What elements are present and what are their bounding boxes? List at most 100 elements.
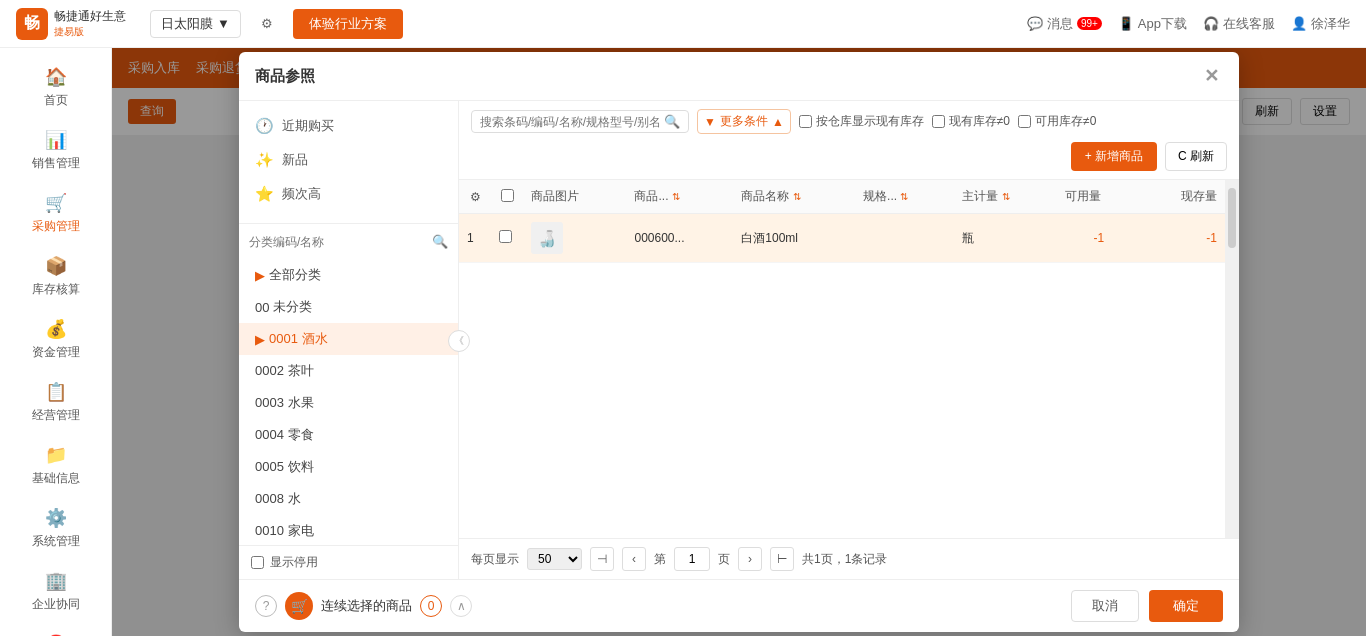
sort-unit-icon: ⇅	[1002, 191, 1010, 202]
first-page-btn[interactable]: ⊣	[590, 547, 614, 571]
modal-overlay: 商品参照 ✕ 🕐 近期购买 ✨ 新	[112, 48, 1366, 636]
logo-text: 畅捷通好生意 捷易版	[54, 8, 126, 39]
cat-6-label: 0008 水	[255, 490, 301, 508]
sidebar-label-enterprise: 企业协同	[32, 596, 80, 613]
sort-spec-icon: ⇅	[900, 191, 908, 202]
select-all-checkbox[interactable]	[501, 189, 514, 202]
cat-4-label: 0004 零食	[255, 426, 314, 444]
filter-collapse-icon: ▲	[772, 115, 784, 129]
available-nonzero-checkbox[interactable]	[1018, 115, 1031, 128]
product-table-wrap: ⚙ 商品图片 商品... ⇅	[459, 180, 1239, 538]
cat-2-label: 0002 茶叶	[255, 362, 314, 380]
enterprise-icon: 🏢	[45, 570, 67, 592]
per-page-select[interactable]: 50 10 20 100	[527, 548, 582, 570]
home-icon: 🏠	[45, 66, 67, 88]
sidebar-item-operations[interactable]: 📋 经营管理	[0, 371, 111, 434]
cat-item-2[interactable]: 0002 茶叶	[239, 355, 458, 387]
app-download-btn[interactable]: 📱 App下载	[1118, 15, 1187, 33]
confirm-btn[interactable]: 确定	[1149, 590, 1223, 622]
stock-nonzero-label: 现有库存≠0	[949, 113, 1010, 130]
cat-item-3[interactable]: 0003 水果	[239, 387, 458, 419]
cat-item-5[interactable]: 0005 饮料	[239, 451, 458, 483]
modal-footer: ? 🛒 连续选择的商品 0 ∧ 取消 确定	[239, 579, 1239, 632]
th-spec[interactable]: 规格... ⇅	[855, 180, 954, 214]
sidebar-item-finance[interactable]: 💰 资金管理	[0, 308, 111, 371]
nav-selector[interactable]: 日太阳膜 ▼	[150, 10, 241, 38]
refresh-btn[interactable]: C 刷新	[1165, 142, 1227, 171]
frequent-icon: ⭐	[255, 185, 274, 203]
cat-item-1[interactable]: ▶ 0001 酒水	[239, 323, 458, 355]
cat-0-label: 00	[255, 300, 269, 315]
operations-icon: 📋	[45, 381, 67, 403]
row-seq: 1	[459, 214, 491, 263]
warehouse-checkbox-item: 按仓库显示现有库存	[799, 113, 924, 130]
th-name[interactable]: 商品名称 ⇅	[733, 180, 855, 214]
th-code-label: 商品...	[634, 189, 668, 203]
help-icon[interactable]: ?	[255, 595, 277, 617]
last-page-btn[interactable]: ⊢	[770, 547, 794, 571]
sidebar-item-sales[interactable]: 📊 销售管理	[0, 119, 111, 182]
panel-collapse-btn[interactable]: 《	[448, 330, 470, 352]
th-gear[interactable]: ⚙	[459, 180, 491, 214]
finance-icon: 💰	[45, 318, 67, 340]
cat-item-6[interactable]: 0008 水	[239, 483, 458, 515]
user-avatar[interactable]: 👤 徐泽华	[1291, 15, 1350, 33]
page-input[interactable]	[674, 547, 710, 571]
modal-header: 商品参照 ✕	[239, 52, 1239, 101]
gear-icon[interactable]: ⚙	[253, 10, 281, 38]
recent-icon: 🕐	[255, 117, 274, 135]
right-panel: 🔍 ▼ 更多条件 ▲ 按仓库显示现有库存	[459, 101, 1239, 579]
cat-item-7[interactable]: 0010 家电	[239, 515, 458, 545]
product-modal: 商品参照 ✕ 🕐 近期购买 ✨ 新	[239, 52, 1239, 632]
search-submit-icon[interactable]: 🔍	[664, 114, 680, 129]
sidebar-item-guide[interactable]: 🎯 新手引导	[0, 623, 111, 636]
cancel-btn[interactable]: 取消	[1071, 590, 1139, 622]
table-scrollbar[interactable]	[1225, 180, 1239, 538]
exp-btn[interactable]: 体验行业方案	[293, 9, 403, 39]
sidebar-label-inventory: 库存核算	[32, 281, 80, 298]
sidebar-item-inventory[interactable]: 📦 库存核算	[0, 245, 111, 308]
left-tab-new[interactable]: ✨ 新品	[239, 143, 458, 177]
th-image: 商品图片	[523, 180, 626, 214]
footer-left: ? 🛒 连续选择的商品 0 ∧	[255, 592, 472, 620]
left-tab-recent[interactable]: 🕐 近期购买	[239, 109, 458, 143]
sidebar-item-home[interactable]: 🏠 首页	[0, 56, 111, 119]
modal-close-btn[interactable]: ✕	[1199, 64, 1223, 88]
filter-icon: ▼	[704, 115, 716, 129]
sidebar-label-sales: 销售管理	[32, 155, 80, 172]
show-disabled-checkbox[interactable]	[251, 556, 264, 569]
stock-nonzero-checkbox[interactable]	[932, 115, 945, 128]
filter-btn[interactable]: ▼ 更多条件 ▲	[697, 109, 791, 134]
cat-all[interactable]: ▶ 全部分类	[239, 259, 458, 291]
row-image: 🍶	[523, 214, 626, 263]
show-disabled-label: 显示停用	[270, 554, 318, 571]
left-tabs: 🕐 近期购买 ✨ 新品 ⭐ 频次高	[239, 101, 458, 219]
add-product-btn[interactable]: + 新增商品	[1071, 142, 1157, 171]
th-code[interactable]: 商品... ⇅	[626, 180, 733, 214]
cat-7-label: 0010 家电	[255, 522, 314, 540]
left-tab-frequent[interactable]: ⭐ 频次高	[239, 177, 458, 211]
sidebar-item-purchase[interactable]: 🛒 采购管理	[0, 182, 111, 245]
row-code: 000600...	[626, 214, 733, 263]
next-page-btn[interactable]: ›	[738, 547, 762, 571]
cat-item-4[interactable]: 0004 零食	[239, 419, 458, 451]
sidebar-item-enterprise[interactable]: 🏢 企业协同	[0, 560, 111, 623]
product-search-input[interactable]	[480, 115, 660, 129]
sidebar-item-basic[interactable]: 📁 基础信息	[0, 434, 111, 497]
row-checkbox[interactable]	[499, 230, 512, 243]
sort-code-icon: ⇅	[672, 191, 680, 202]
warehouse-checkbox[interactable]	[799, 115, 812, 128]
table-row[interactable]: 1 🍶 000600...	[459, 214, 1225, 263]
online-service-btn[interactable]: 🎧 在线客服	[1203, 15, 1275, 33]
category-search-input[interactable]	[249, 235, 426, 249]
footer-collapse-btn[interactable]: ∧	[450, 595, 472, 617]
search-icon[interactable]: 🔍	[432, 234, 448, 249]
sidebar-label-operations: 经营管理	[32, 407, 80, 424]
prev-page-btn[interactable]: ‹	[622, 547, 646, 571]
th-unit[interactable]: 主计量 ⇅	[954, 180, 1056, 214]
cat-expand-icon: ▶	[255, 268, 265, 283]
cat-item-0[interactable]: 00 未分类	[239, 291, 458, 323]
sidebar-item-system[interactable]: ⚙️ 系统管理	[0, 497, 111, 560]
messages-btn[interactable]: 💬 消息 99+	[1027, 15, 1102, 33]
system-icon: ⚙️	[45, 507, 67, 529]
